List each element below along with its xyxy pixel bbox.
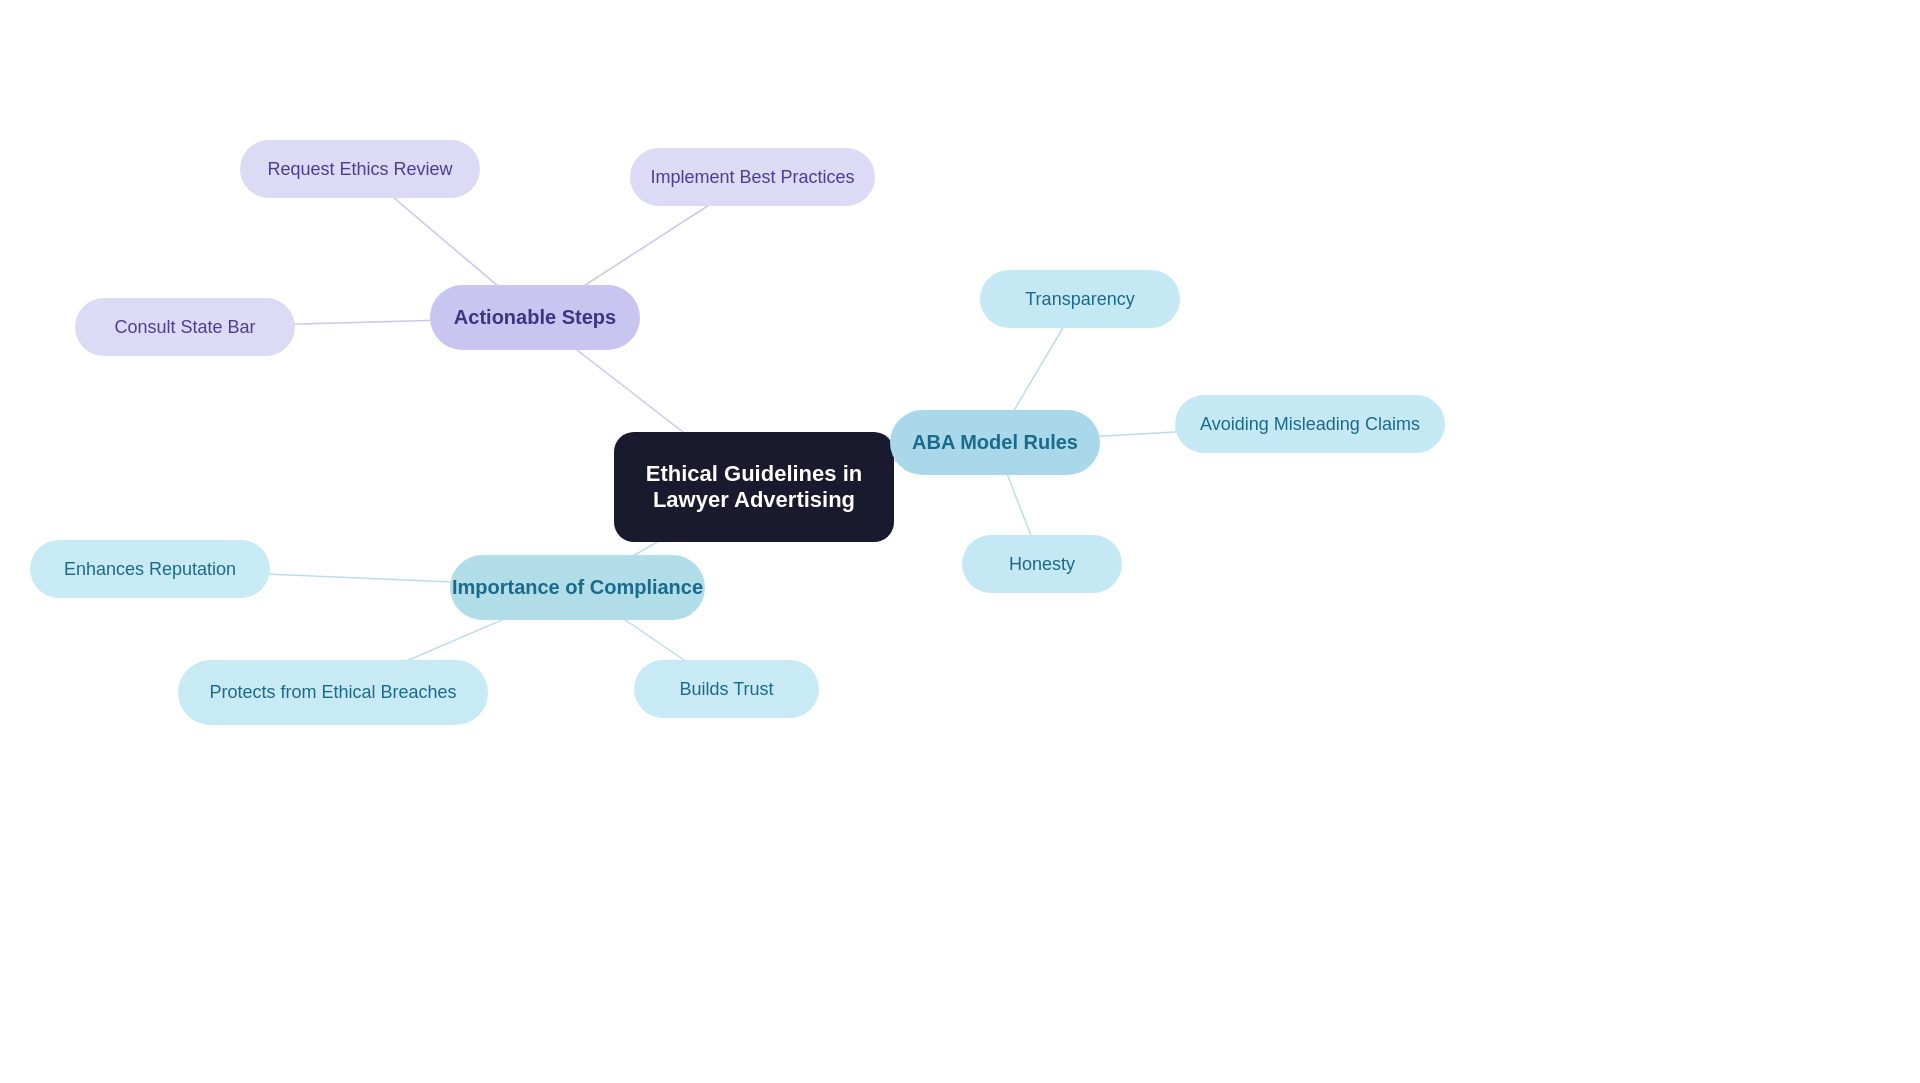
node-honesty: Honesty — [962, 535, 1122, 593]
node-transparency: Transparency — [980, 270, 1180, 328]
node-trust: Builds Trust — [634, 660, 819, 718]
node-protects: Protects from Ethical Breaches — [178, 660, 488, 725]
node-consult: Consult State Bar — [75, 298, 295, 356]
node-request: Request Ethics Review — [240, 140, 480, 198]
node-avoiding: Avoiding Misleading Claims — [1175, 395, 1445, 453]
node-enhances: Enhances Reputation — [30, 540, 270, 598]
node-aba: ABA Model Rules — [890, 410, 1100, 475]
node-actionable: Actionable Steps — [430, 285, 640, 350]
node-implement: Implement Best Practices — [630, 148, 875, 206]
mind-map: Ethical Guidelines in Lawyer Advertising… — [0, 0, 1920, 1083]
node-compliance: Importance of Compliance — [450, 555, 705, 620]
node-center: Ethical Guidelines in Lawyer Advertising — [614, 432, 894, 542]
